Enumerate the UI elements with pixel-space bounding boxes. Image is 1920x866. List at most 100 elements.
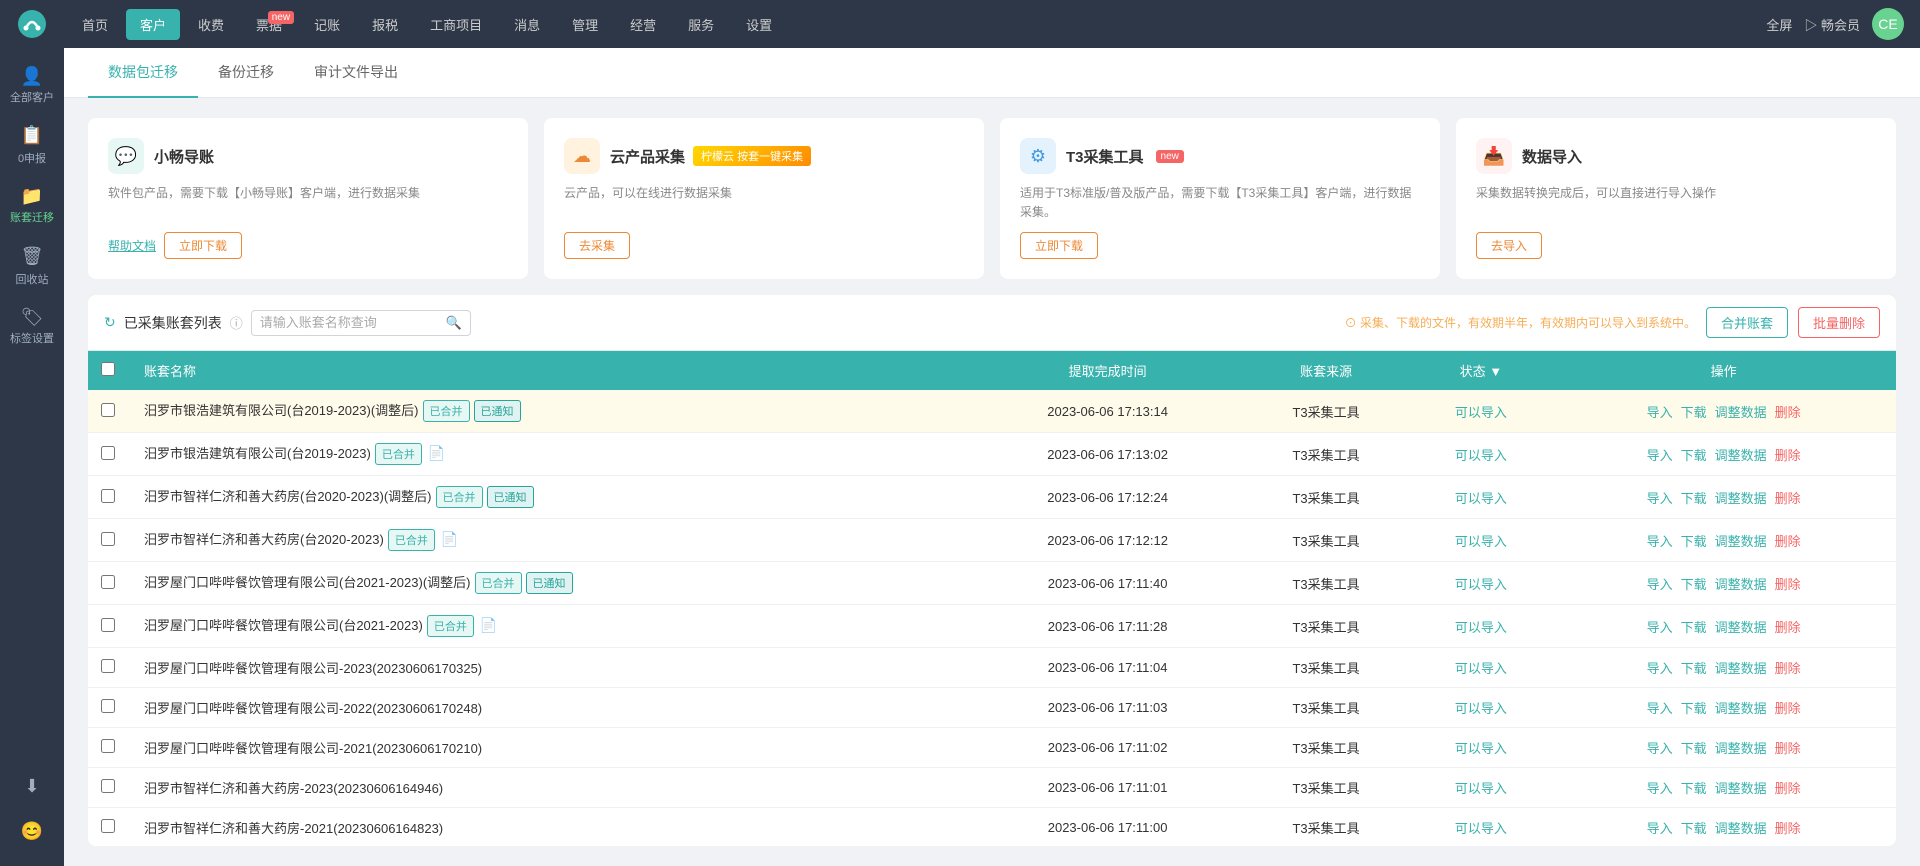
nav-business[interactable]: 工商项目 [416,9,496,40]
sidebar-item-0申报[interactable]: 📋 0申报 [0,115,64,176]
action-下载[interactable]: 下载 [1681,741,1707,756]
nav-settings[interactable]: 设置 [732,9,786,40]
action-删除[interactable]: 删除 [1775,701,1801,716]
action-下载[interactable]: 下载 [1681,620,1707,635]
action-调整数据[interactable]: 调整数据 [1715,448,1767,463]
action-删除[interactable]: 删除 [1775,781,1801,796]
help-doc-btn[interactable]: 帮助文档 [108,237,156,254]
tab-data-migration[interactable]: 数据包迁移 [88,48,198,98]
action-删除[interactable]: 删除 [1775,821,1801,836]
action-调整数据[interactable]: 调整数据 [1715,405,1767,420]
nav-manage[interactable]: 管理 [558,9,612,40]
action-调整数据[interactable]: 调整数据 [1715,781,1767,796]
action-下载[interactable]: 下载 [1681,448,1707,463]
tab-audit-export[interactable]: 审计文件导出 [294,48,418,98]
action-调整数据[interactable]: 调整数据 [1715,620,1767,635]
action-调整数据[interactable]: 调整数据 [1715,661,1767,676]
search-input[interactable] [260,315,440,330]
action-删除[interactable]: 删除 [1775,448,1801,463]
nav-bookkeeping[interactable]: 记账 [300,9,354,40]
action-导入[interactable]: 导入 [1647,821,1673,836]
action-删除[interactable]: 删除 [1775,741,1801,756]
table-help-icon[interactable]: ⓘ [230,313,243,332]
row-checkbox[interactable] [101,403,115,417]
row-checkbox-cell [88,605,128,648]
row-checkbox[interactable] [101,739,115,753]
action-下载[interactable]: 下载 [1681,661,1707,676]
nav-message[interactable]: 消息 [500,9,554,40]
action-调整数据[interactable]: 调整数据 [1715,577,1767,592]
sidebar-item-all-clients[interactable]: 👤 全部客户 [0,56,64,115]
go-collect-btn[interactable]: 去采集 [564,232,630,259]
nav-home[interactable]: 首页 [68,9,122,40]
action-删除[interactable]: 删除 [1775,534,1801,549]
row-checkbox[interactable] [101,446,115,460]
download-icon[interactable]: ⬇ [16,768,47,805]
search-icon[interactable]: 🔍 [446,315,462,331]
action-删除[interactable]: 删除 [1775,620,1801,635]
action-调整数据[interactable]: 调整数据 [1715,534,1767,549]
action-导入[interactable]: 导入 [1647,781,1673,796]
row-checkbox[interactable] [101,532,115,546]
row-checkbox-cell [88,768,128,808]
fullscreen-btn[interactable]: 全屏 [1766,15,1792,34]
action-导入[interactable]: 导入 [1647,491,1673,506]
select-all-checkbox[interactable] [101,362,115,376]
nav-fee[interactable]: 收费 [184,9,238,40]
vip-btn[interactable]: ▷ 畅会员 [1804,15,1860,34]
tab-backup-migration[interactable]: 备份迁移 [198,48,294,98]
action-删除[interactable]: 删除 [1775,405,1801,420]
download-now-btn-1[interactable]: 立即下载 [164,232,242,259]
action-下载[interactable]: 下载 [1681,821,1707,836]
action-调整数据[interactable]: 调整数据 [1715,821,1767,836]
status-badge: 可以导入 [1455,534,1507,549]
row-checkbox[interactable] [101,618,115,632]
batch-delete-btn[interactable]: 批量删除 [1798,307,1880,338]
action-下载[interactable]: 下载 [1681,781,1707,796]
nav-service[interactable]: 服务 [674,9,728,40]
row-checkbox[interactable] [101,779,115,793]
action-下载[interactable]: 下载 [1681,405,1707,420]
action-调整数据[interactable]: 调整数据 [1715,491,1767,506]
row-name-cell: 汨罗屋门口哔哔餐饮管理有限公司(台2021-2023)已合并📄 [128,605,974,648]
merge-accounts-btn[interactable]: 合并账套 [1706,307,1788,338]
nav-tax[interactable]: 报税 [358,9,412,40]
action-下载[interactable]: 下载 [1681,534,1707,549]
action-调整数据[interactable]: 调整数据 [1715,741,1767,756]
action-导入[interactable]: 导入 [1647,448,1673,463]
row-tag-badge: 已合并 [388,529,435,551]
action-导入[interactable]: 导入 [1647,534,1673,549]
sidebar-item-tag-settings[interactable]: 🏷 标签设置 [0,297,64,356]
action-导入[interactable]: 导入 [1647,405,1673,420]
nav-invoice[interactable]: 票据 new [242,9,296,40]
help-icon[interactable]: 😊 [13,813,51,850]
row-checkbox[interactable] [101,659,115,673]
nav-client[interactable]: 客户 [126,9,180,40]
status-badge: 可以导入 [1455,741,1507,756]
row-checkbox[interactable] [101,575,115,589]
app-logo[interactable] [16,8,48,40]
refresh-btn[interactable]: ↻ [104,314,116,331]
action-导入[interactable]: 导入 [1647,620,1673,635]
action-调整数据[interactable]: 调整数据 [1715,701,1767,716]
action-下载[interactable]: 下载 [1681,701,1707,716]
nav-operation[interactable]: 经营 [616,9,670,40]
row-checkbox[interactable] [101,489,115,503]
action-下载[interactable]: 下载 [1681,577,1707,592]
action-导入[interactable]: 导入 [1647,661,1673,676]
action-导入[interactable]: 导入 [1647,701,1673,716]
action-删除[interactable]: 删除 [1775,491,1801,506]
go-import-btn[interactable]: 去导入 [1476,232,1542,259]
sidebar-item-recycle[interactable]: 🗑 回收站 [0,236,64,297]
sidebar-item-account-migration[interactable]: 📁 账套迁移 [0,176,64,235]
action-导入[interactable]: 导入 [1647,577,1673,592]
action-删除[interactable]: 删除 [1775,661,1801,676]
download-now-btn-3[interactable]: 立即下载 [1020,232,1098,259]
row-status-cell: 可以导入 [1411,562,1552,605]
action-下载[interactable]: 下载 [1681,491,1707,506]
user-avatar[interactable]: CE [1872,8,1904,40]
row-checkbox[interactable] [101,699,115,713]
action-删除[interactable]: 删除 [1775,577,1801,592]
action-导入[interactable]: 导入 [1647,741,1673,756]
row-checkbox[interactable] [101,819,115,833]
